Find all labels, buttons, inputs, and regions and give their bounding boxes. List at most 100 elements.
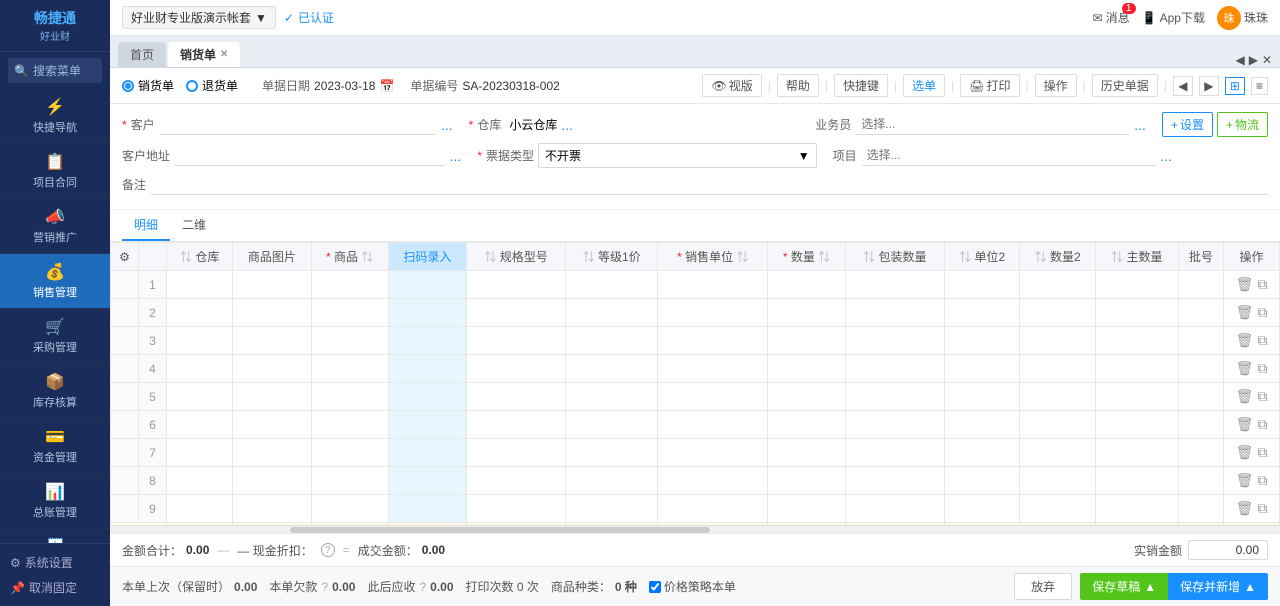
row-copy-4[interactable]: ⧉	[1257, 360, 1267, 377]
toolbar-view1[interactable]: ⊞	[1225, 77, 1245, 95]
td-batch-7[interactable]	[1178, 439, 1223, 467]
td-main-qty-3[interactable]	[1095, 327, 1178, 355]
company-selector[interactable]: 好业财专业版演示帐套 ▼	[122, 6, 276, 29]
td-main-qty-6[interactable]	[1095, 411, 1178, 439]
sidebar-item-sales[interactable]: 💰 销售管理	[0, 254, 110, 309]
search-menu-button[interactable]: 🔍 搜索菜单	[8, 58, 102, 83]
setup-button[interactable]: + 设置	[1162, 112, 1213, 137]
td-barcode-6[interactable]	[388, 411, 466, 439]
receivable-question-icon[interactable]: ?	[419, 580, 426, 594]
prev-record-button[interactable]: ◀	[1173, 76, 1193, 96]
td-image-8[interactable]	[233, 467, 311, 495]
row-delete-9[interactable]: 🗑	[1236, 500, 1254, 517]
row-copy-5[interactable]: ⧉	[1257, 388, 1267, 405]
td-main-qty-1[interactable]	[1095, 271, 1178, 299]
td-sales-unit-8[interactable]	[658, 467, 768, 495]
customer-input[interactable]	[159, 114, 437, 135]
td-product-4[interactable]	[311, 355, 388, 383]
td-qty-9[interactable]	[768, 495, 845, 523]
td-image-4[interactable]	[233, 355, 311, 383]
td-warehouse-5[interactable]	[167, 383, 233, 411]
td-qty-1[interactable]	[768, 271, 845, 299]
td-batch-3[interactable]	[1178, 327, 1223, 355]
logistics-button[interactable]: + 物流	[1217, 112, 1268, 137]
td-image-1[interactable]	[233, 271, 311, 299]
salesperson-input[interactable]	[855, 114, 1130, 135]
save-draft-dropdown-icon[interactable]: ▲	[1144, 580, 1156, 594]
row-copy-7[interactable]: ⧉	[1257, 444, 1267, 461]
td-action-8[interactable]: 🗑 ⧉	[1223, 467, 1279, 495]
td-unit2-7[interactable]	[944, 439, 1019, 467]
td-image-6[interactable]	[233, 411, 311, 439]
row-copy-9[interactable]: ⧉	[1257, 500, 1267, 517]
td-price1-7[interactable]	[566, 439, 658, 467]
row-copy-6[interactable]: ⧉	[1257, 416, 1267, 433]
row-delete-1[interactable]: 🗑	[1236, 276, 1254, 293]
preview-button[interactable]: 👁 视版	[702, 74, 761, 97]
td-qty-4[interactable]	[768, 355, 845, 383]
td-warehouse-6[interactable]	[167, 411, 233, 439]
td-product-2[interactable]	[311, 299, 388, 327]
tab-2d[interactable]: 二维	[170, 210, 218, 241]
td-pack-qty-5[interactable]	[845, 383, 944, 411]
td-action-4[interactable]: 🗑 ⧉	[1223, 355, 1279, 383]
abandon-button[interactable]: 放弃	[1014, 573, 1072, 600]
address-dots[interactable]: ...	[450, 148, 462, 164]
td-unit2-6[interactable]	[944, 411, 1019, 439]
td-pack-qty-7[interactable]	[845, 439, 944, 467]
toolbar-view2[interactable]: ≡	[1251, 77, 1268, 95]
td-warehouse-2[interactable]	[167, 299, 233, 327]
td-spec-5[interactable]	[467, 383, 566, 411]
td-barcode-7[interactable]	[388, 439, 466, 467]
td-action-6[interactable]: 🗑 ⧉	[1223, 411, 1279, 439]
tab-close-icon[interactable]: ✕	[220, 49, 228, 60]
next-record-button[interactable]: ▶	[1199, 76, 1219, 96]
price-policy-checkbox[interactable]	[649, 581, 661, 593]
td-product-3[interactable]	[311, 327, 388, 355]
customer-dots[interactable]: ...	[441, 117, 453, 133]
td-spec-2[interactable]	[467, 299, 566, 327]
sidebar-bottom-cancel-pin[interactable]: 📌 取消固定	[6, 575, 104, 600]
row-delete-4[interactable]: 🗑	[1236, 360, 1254, 377]
td-price1-3[interactable]	[566, 327, 658, 355]
td-action-3[interactable]: 🗑 ⧉	[1223, 327, 1279, 355]
td-main-qty-5[interactable]	[1095, 383, 1178, 411]
td-batch-9[interactable]	[1178, 495, 1223, 523]
row-delete-2[interactable]: 🗑	[1236, 304, 1254, 321]
user-button[interactable]: 珠 珠珠	[1217, 6, 1268, 30]
project-input[interactable]	[861, 145, 1157, 166]
td-pack-qty-1[interactable]	[845, 271, 944, 299]
td-sales-unit-5[interactable]	[658, 383, 768, 411]
td-qty2-3[interactable]	[1020, 327, 1095, 355]
td-product-5[interactable]	[311, 383, 388, 411]
td-product-8[interactable]	[311, 467, 388, 495]
td-main-qty-9[interactable]	[1095, 495, 1178, 523]
td-pack-qty-6[interactable]	[845, 411, 944, 439]
save-new-button[interactable]: 保存并新增 ▲	[1168, 573, 1268, 600]
sidebar-item-marketing[interactable]: 📣 营销推广	[0, 199, 110, 254]
row-delete-8[interactable]: 🗑	[1236, 472, 1254, 489]
tab-close-all[interactable]: ✕	[1262, 53, 1272, 67]
td-action-1[interactable]: 🗑 ⧉	[1223, 271, 1279, 299]
td-barcode-8[interactable]	[388, 467, 466, 495]
td-unit2-3[interactable]	[944, 327, 1019, 355]
row-delete-6[interactable]: 🗑	[1236, 416, 1254, 433]
td-qty2-4[interactable]	[1020, 355, 1095, 383]
td-product-6[interactable]	[311, 411, 388, 439]
td-pack-qty-4[interactable]	[845, 355, 944, 383]
sidebar-item-project[interactable]: 📋 项目合同	[0, 144, 110, 199]
td-unit2-4[interactable]	[944, 355, 1019, 383]
td-product-7[interactable]	[311, 439, 388, 467]
td-unit2-9[interactable]	[944, 495, 1019, 523]
radio-return[interactable]: 退货单	[186, 77, 238, 94]
select-button[interactable]: 选单	[903, 74, 945, 97]
td-product-9[interactable]	[311, 495, 388, 523]
td-spec-7[interactable]	[467, 439, 566, 467]
messages-button[interactable]: ✉ 消息 1	[1093, 9, 1130, 26]
td-main-qty-7[interactable]	[1095, 439, 1178, 467]
tab-detail[interactable]: 明细	[122, 210, 170, 241]
shortcut-button[interactable]: 快捷键	[834, 74, 888, 97]
scrollbar-thumb[interactable]	[290, 527, 710, 533]
td-price1-6[interactable]	[566, 411, 658, 439]
td-sales-unit-9[interactable]	[658, 495, 768, 523]
